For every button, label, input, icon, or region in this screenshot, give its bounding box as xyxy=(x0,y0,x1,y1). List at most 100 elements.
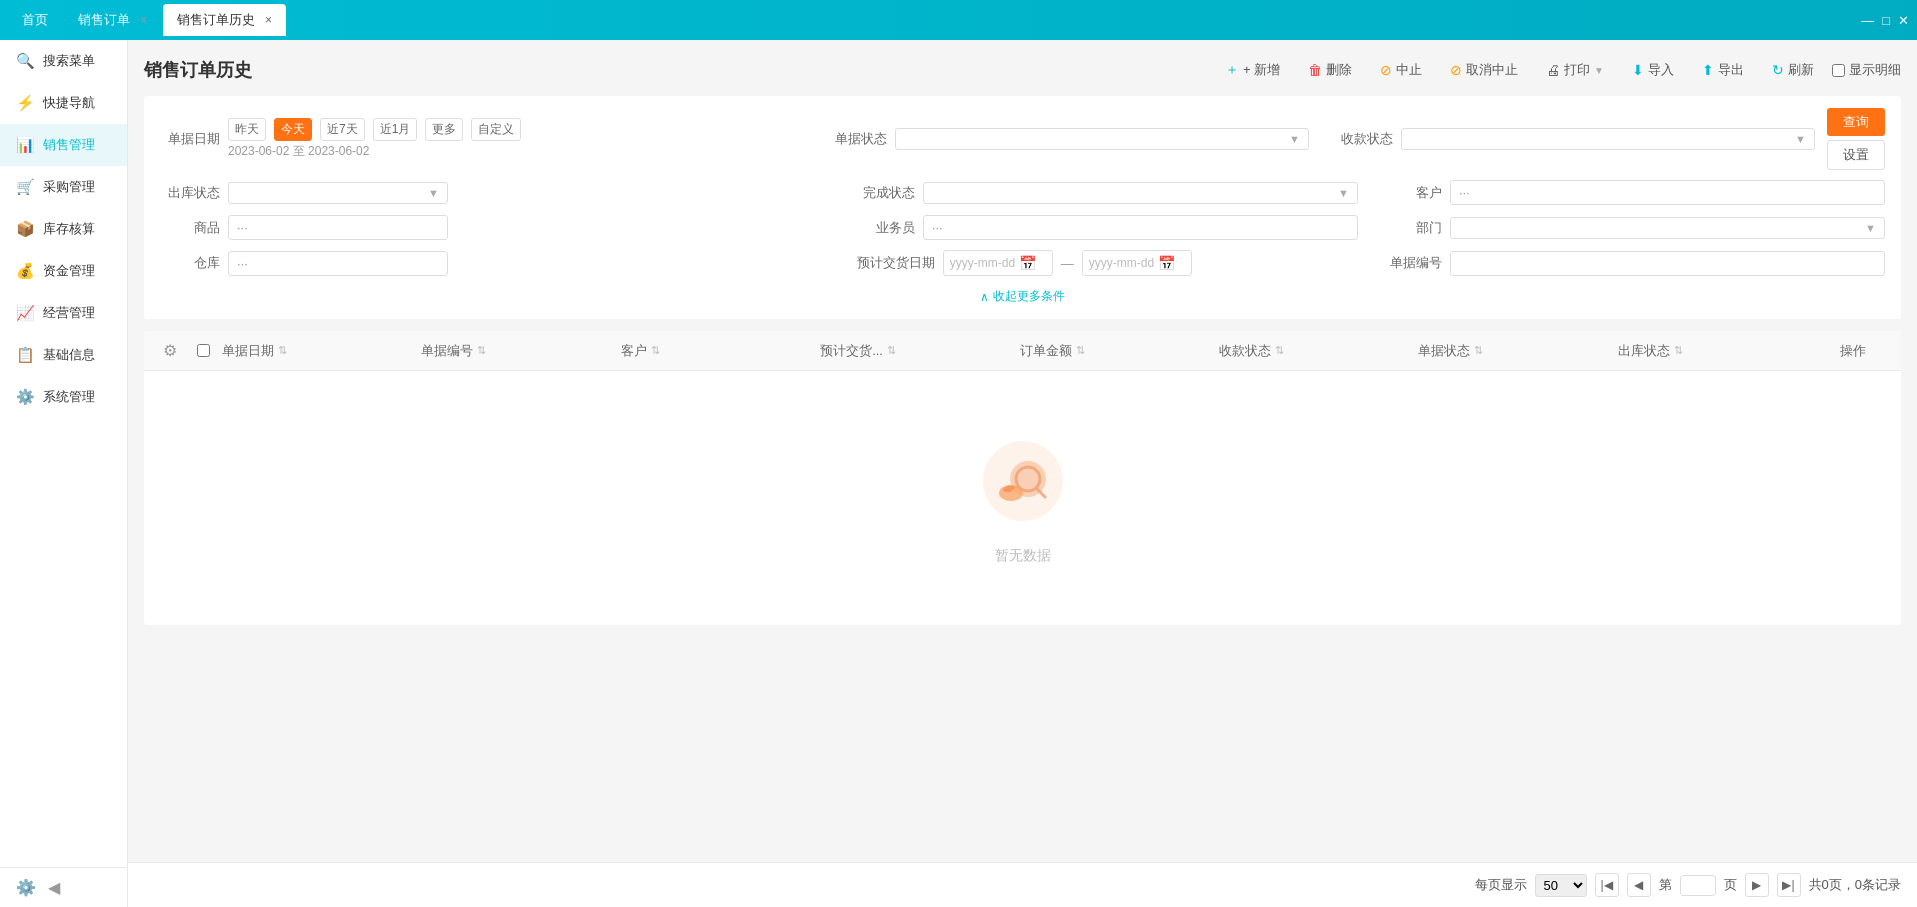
filter-row-1: 单据日期 昨天 今天 近7天 近1月 更多 自定义 2023-06-02 至 2… xyxy=(160,108,1885,170)
refresh-icon: ↻ xyxy=(1772,62,1784,78)
first-page-btn[interactable]: |◀ xyxy=(1595,873,1619,897)
date-7days-btn[interactable]: 近7天 xyxy=(320,118,365,141)
sidebar-item-label: 系统管理 xyxy=(43,388,95,406)
expected-date-start[interactable]: yyyy-mm-dd 📅 xyxy=(943,250,1053,276)
tab-销售订单[interactable]: 销售订单× xyxy=(64,4,161,36)
sidebar-item-快捷导航[interactable]: ⚡快捷导航 xyxy=(0,82,127,124)
page-number-input[interactable]: 1 xyxy=(1680,875,1716,896)
last-page-btn[interactable]: ▶| xyxy=(1777,873,1801,897)
sort-icon: ⇅ xyxy=(477,344,486,357)
sidebar-item-label: 快捷导航 xyxy=(43,94,95,112)
tab-首页[interactable]: 首页 xyxy=(8,4,62,36)
sidebar-item-系统管理[interactable]: ⚙️ 系统管理 xyxy=(0,376,127,418)
sidebar: 🔍搜索菜单⚡快捷导航 📊 销售管理 🛒采购管理📦库存核算💰资金管理📈经营管理📋基础信息… xyxy=(0,40,128,907)
export-button[interactable]: ⬆ 导出 xyxy=(1692,56,1754,84)
bill-no-input[interactable] xyxy=(1450,251,1885,276)
date-more-btn[interactable]: 更多 xyxy=(425,118,463,141)
window-maximize-icon[interactable]: □ xyxy=(1882,13,1890,28)
display-detail-checkbox[interactable] xyxy=(1832,64,1845,77)
sidebar-item-搜索菜单[interactable]: 🔍搜索菜单 xyxy=(0,40,127,82)
department-dropdown-icon: ▼ xyxy=(1865,222,1876,234)
sidebar-item-label: 销售管理 xyxy=(43,136,95,154)
import-icon: ⬇ xyxy=(1632,62,1644,78)
stop-button[interactable]: ⊘ 中止 xyxy=(1370,56,1432,84)
date-custom-btn[interactable]: 自定义 xyxy=(471,118,521,141)
table-select-all[interactable] xyxy=(188,344,218,357)
payment-status-select[interactable]: ▼ xyxy=(1401,128,1815,150)
expected-date-end[interactable]: yyyy-mm-dd 📅 xyxy=(1082,250,1192,276)
table-area: ⚙ 单据日期⇅单据编号⇅客户⇅预计交货...⇅订单金额⇅收款状态⇅单据状态⇅出库… xyxy=(144,331,1901,625)
date-yesterday-btn[interactable]: 昨天 xyxy=(228,118,266,141)
sidebar-icon: 📊 xyxy=(16,136,35,154)
refresh-button[interactable]: ↻ 刷新 xyxy=(1762,56,1824,84)
sidebar-bottom: ⚙️ ◀ xyxy=(0,867,127,907)
collapse-sidebar-icon[interactable]: ◀ xyxy=(48,878,60,897)
sidebar-item-经营管理[interactable]: 📈经营管理 xyxy=(0,292,127,334)
th-单据状态[interactable]: 单据状态⇅ xyxy=(1414,342,1613,360)
th-订单金额[interactable]: 订单金额⇅ xyxy=(1016,342,1215,360)
print-button[interactable]: 🖨 打印 ▼ xyxy=(1536,56,1614,84)
tab-close-icon[interactable]: × xyxy=(265,13,272,27)
filter-salesperson: 业务员 ··· xyxy=(855,215,1358,240)
per-page-select[interactable]: 102050100 xyxy=(1535,874,1587,897)
sidebar-icon: ⚙️ xyxy=(16,388,35,406)
date-1month-btn[interactable]: 近1月 xyxy=(373,118,418,141)
tab-close-icon[interactable]: × xyxy=(140,13,147,27)
delete-button[interactable]: 🗑 删除 xyxy=(1298,56,1362,84)
customer-input[interactable]: ··· xyxy=(1450,180,1885,205)
tab-bar: 首页销售订单×销售订单历史× xyxy=(8,4,1861,36)
bill-no-label: 单据编号 xyxy=(1382,254,1442,272)
sidebar-icon: 🔍 xyxy=(16,52,35,70)
settings-button[interactable]: 设置 xyxy=(1827,140,1885,170)
complete-status-select[interactable]: ▼ xyxy=(923,182,1358,204)
th-收款状态[interactable]: 收款状态⇅ xyxy=(1215,342,1414,360)
department-label: 部门 xyxy=(1382,219,1442,237)
sidebar-item-销售管理[interactable]: 📊 销售管理 xyxy=(0,124,127,166)
prev-page-btn[interactable]: ◀ xyxy=(1627,873,1651,897)
goods-input[interactable]: ··· xyxy=(228,215,448,240)
th-单据日期[interactable]: 单据日期⇅ xyxy=(218,342,417,360)
filter-warehouse: 仓库 ··· xyxy=(160,251,831,276)
date-today-btn[interactable]: 今天 xyxy=(274,118,312,141)
sort-icon: ⇅ xyxy=(1076,344,1085,357)
th-单据编号[interactable]: 单据编号⇅ xyxy=(417,342,616,360)
sort-icon: ⇅ xyxy=(1474,344,1483,357)
sidebar-item-label: 资金管理 xyxy=(43,262,95,280)
top-bar-right: — □ ✕ xyxy=(1861,13,1909,28)
cancel-stop-button[interactable]: ⊘ 取消中止 xyxy=(1440,56,1528,84)
table-settings-icon[interactable]: ⚙ xyxy=(152,341,188,360)
salesperson-input[interactable]: ··· xyxy=(923,215,1358,240)
import-button[interactable]: ⬇ 导入 xyxy=(1622,56,1684,84)
sidebar-item-资金管理[interactable]: 💰资金管理 xyxy=(0,250,127,292)
query-button[interactable]: 查询 xyxy=(1827,108,1885,136)
outbound-status-select[interactable]: ▼ xyxy=(228,182,448,204)
bill-status-select[interactable]: ▼ xyxy=(895,128,1309,150)
expected-date-label: 预计交货日期 xyxy=(855,254,935,272)
collapse-row[interactable]: ∧ 收起更多条件 xyxy=(160,286,1885,307)
th-预计交货...[interactable]: 预计交货...⇅ xyxy=(816,342,1015,360)
window-close-icon[interactable]: ✕ xyxy=(1898,13,1909,28)
chevron-up-icon: ∧ xyxy=(980,290,989,304)
outbound-dropdown-icon: ▼ xyxy=(428,187,439,199)
window-minimize-icon[interactable]: — xyxy=(1861,13,1874,28)
sidebar-item-库存核算[interactable]: 📦库存核算 xyxy=(0,208,127,250)
sidebar-item-采购管理[interactable]: 🛒采购管理 xyxy=(0,166,127,208)
tab-销售订单历史[interactable]: 销售订单历史× xyxy=(163,4,286,36)
filter-row-2: 出库状态 ▼ 完成状态 ▼ 客户 xyxy=(160,180,1885,205)
sidebar-item-基础信息[interactable]: 📋基础信息 xyxy=(0,334,127,376)
th-客户[interactable]: 客户⇅ xyxy=(617,342,816,360)
select-all-checkbox[interactable] xyxy=(197,344,210,357)
filter-bill-no: 单据编号 xyxy=(1382,251,1885,276)
date-label: 单据日期 xyxy=(160,130,220,148)
warehouse-input[interactable]: ··· xyxy=(228,251,448,276)
th-出库状态[interactable]: 出库状态⇅ xyxy=(1614,342,1813,360)
calendar-end-icon: 📅 xyxy=(1158,255,1175,271)
complete-status-label: 完成状态 xyxy=(855,184,915,202)
add-button[interactable]: ＋ + 新增 xyxy=(1215,56,1290,84)
settings-bottom-icon[interactable]: ⚙️ xyxy=(16,878,36,897)
toolbar: ＋ + 新增 🗑 删除 ⊘ 中止 ⊘ 取消中止 xyxy=(1215,56,1901,84)
stop-icon: ⊘ xyxy=(1380,62,1392,78)
delete-icon: 🗑 xyxy=(1308,62,1322,78)
next-page-btn[interactable]: ▶ xyxy=(1745,873,1769,897)
department-select[interactable]: ▼ xyxy=(1450,217,1885,239)
